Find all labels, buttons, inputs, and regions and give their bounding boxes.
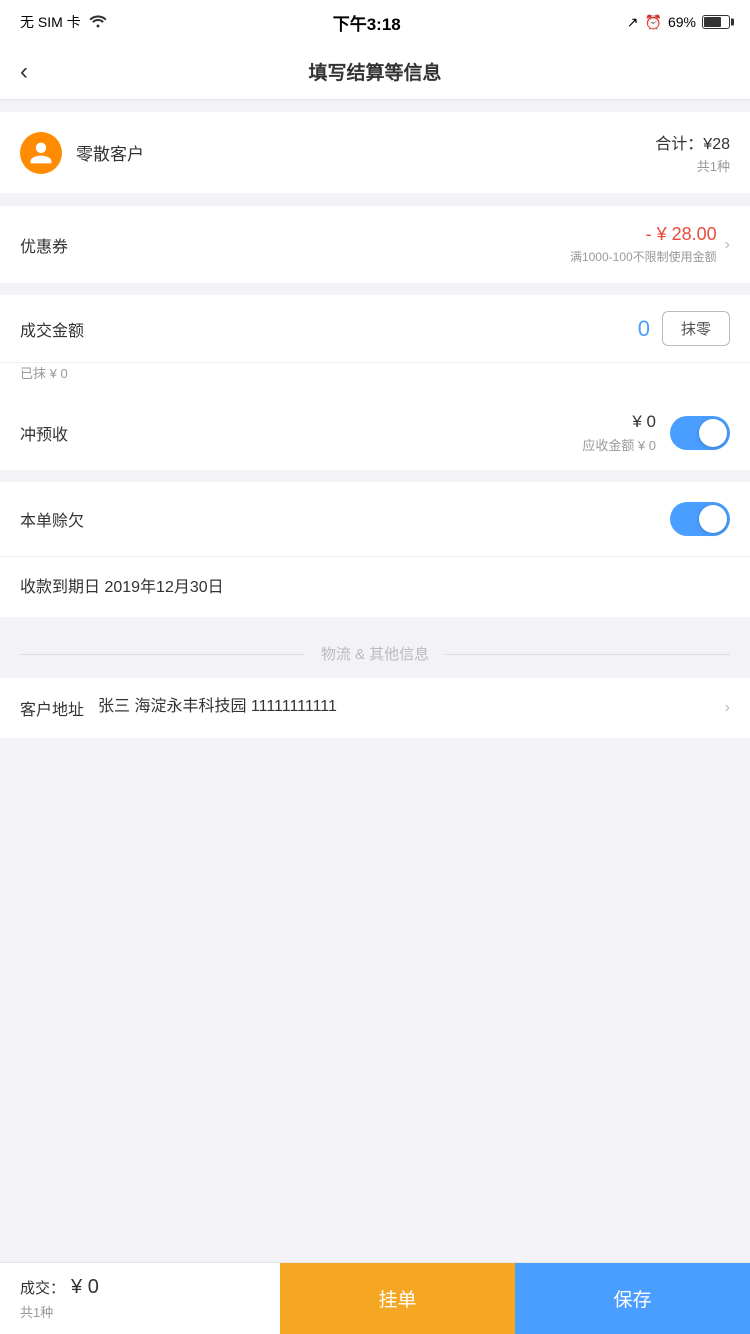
battery-percent: 69%: [668, 14, 696, 30]
address-label: 客户地址: [20, 696, 84, 720]
chevron-right-icon: ›: [725, 236, 730, 254]
customer-count: 共1种: [655, 156, 730, 175]
sim-status: 无 SIM 卡: [20, 12, 81, 32]
customer-right: 合计：¥28 共1种: [655, 130, 730, 175]
prepay-label: 冲预收: [20, 421, 68, 445]
coupon-section: 优惠券 - ¥ 28.00 满1000-100不限制使用金额 ›: [0, 205, 750, 283]
customer-left: 零散客户: [20, 132, 144, 174]
transaction-label: 成交金额: [20, 317, 84, 341]
bottom-count: 共1种: [20, 1302, 260, 1321]
address-row[interactable]: 客户地址 张三 海淀永丰科技园 11111111111 ›: [0, 678, 750, 738]
due-row[interactable]: 收款到期日 2019年12月30日: [0, 556, 750, 617]
prepay-row: 冲预收 ¥ 0 应收金额 ¥ 0: [0, 396, 750, 470]
coupon-desc: 满1000-100不限制使用金额: [570, 248, 717, 265]
prepay-amount: ¥ 0: [582, 412, 656, 432]
back-button[interactable]: ‹: [20, 58, 60, 86]
transaction-sub: 已抹 ¥ 0: [0, 363, 750, 396]
bottom-amount: ¥ 0: [71, 1276, 99, 1299]
pending-button[interactable]: 挂单: [280, 1263, 515, 1334]
status-time: 下午3:18: [333, 10, 401, 35]
debt-toggle[interactable]: [670, 502, 730, 536]
customer-row: 零散客户 合计：¥28 共1种: [0, 112, 750, 193]
coupon-right: - ¥ 28.00 满1000-100不限制使用金额 ›: [570, 224, 730, 265]
debt-label: 本单赊欠: [20, 507, 84, 531]
bottom-info: 成交： ¥ 0 共1种: [0, 1276, 280, 1321]
coupon-row[interactable]: 优惠券 - ¥ 28.00 满1000-100不限制使用金额 ›: [0, 205, 750, 283]
toggle-knob: [699, 419, 727, 447]
status-left: 无 SIM 卡: [20, 12, 107, 32]
prepay-toggle[interactable]: [670, 416, 730, 450]
page-title: 填写结算等信息: [60, 58, 690, 85]
round-button[interactable]: 抹零: [662, 311, 730, 346]
logistics-label: 物流 & 其他信息: [305, 646, 445, 663]
avatar: [20, 132, 62, 174]
address-value: 张三 海淀永丰科技园 11111111111: [98, 696, 337, 718]
customer-total: 合计：¥28: [655, 130, 730, 154]
transaction-right: 0 抹零: [620, 311, 730, 346]
debt-row: 本单赊欠: [0, 482, 750, 556]
address-left: 客户地址 张三 海淀永丰科技园 11111111111: [20, 696, 337, 720]
prepay-receivable: 应收金额 ¥ 0: [582, 435, 656, 454]
status-bar: 无 SIM 卡 下午3:18 ↗ ⏰ 69%: [0, 0, 750, 44]
coupon-info: - ¥ 28.00 满1000-100不限制使用金额: [570, 224, 717, 265]
coupon-label: 优惠券: [20, 233, 68, 257]
customer-section: 零散客户 合计：¥28 共1种: [0, 112, 750, 193]
empty-area: [0, 750, 750, 950]
coupon-amount: - ¥ 28.00: [570, 224, 717, 245]
location-icon: ↗: [627, 14, 639, 31]
logistics-divider: 物流 & 其他信息: [0, 629, 750, 678]
transaction-section: 成交金额 0 抹零 已抹 ¥ 0 冲预收 ¥ 0 应收金额 ¥ 0: [0, 295, 750, 470]
wifi-icon: [89, 14, 107, 31]
bottom-bar: 成交： ¥ 0 共1种 挂单 保存: [0, 1262, 750, 1334]
nav-bar: ‹ 填写结算等信息: [0, 44, 750, 100]
address-section: 客户地址 张三 海淀永丰科技园 11111111111 ›: [0, 678, 750, 738]
prepay-amount-block: ¥ 0 应收金额 ¥ 0: [582, 412, 656, 454]
alarm-icon: ⏰: [645, 14, 662, 31]
status-right: ↗ ⏰ 69%: [627, 14, 730, 31]
prepay-right: ¥ 0 应收金额 ¥ 0: [582, 412, 730, 454]
due-date: 收款到期日 2019年12月30日: [20, 579, 224, 596]
save-button[interactable]: 保存: [515, 1263, 750, 1334]
address-chevron-icon: ›: [725, 699, 730, 717]
transaction-row: 成交金额 0 抹零: [0, 295, 750, 363]
transaction-amount[interactable]: 0: [620, 316, 650, 342]
battery-icon: [702, 15, 730, 29]
debt-section: 本单赊欠 收款到期日 2019年12月30日: [0, 482, 750, 617]
customer-name: 零散客户: [76, 140, 144, 165]
bottom-deal-label: 成交：: [20, 1277, 65, 1298]
debt-toggle-knob: [699, 505, 727, 533]
